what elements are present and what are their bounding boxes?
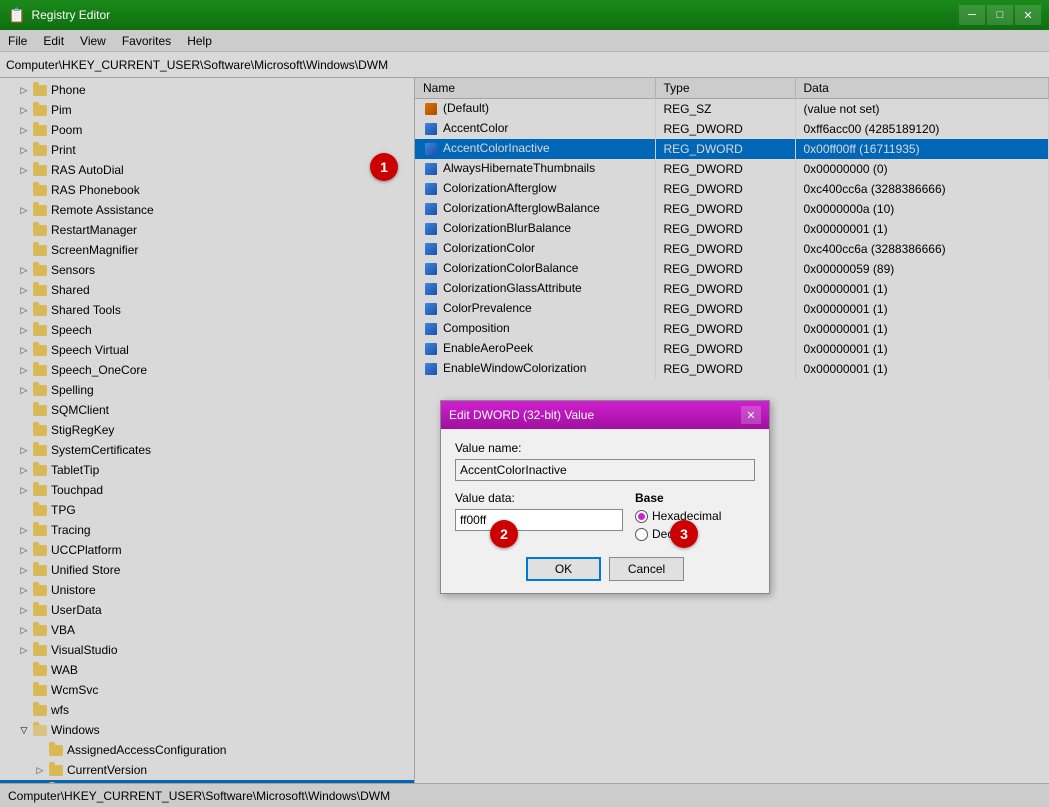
edit-dword-dialog: Edit DWORD (32-bit) Value ✕ Value name: … xyxy=(440,400,770,594)
close-button[interactable]: ✕ xyxy=(1015,5,1041,25)
value-name-label: Value name: xyxy=(455,441,755,455)
base-label: Base xyxy=(635,491,755,505)
app-icon: 📋 xyxy=(8,7,25,24)
minimize-button[interactable]: ─ xyxy=(959,5,985,25)
title-bar: 📋 Registry Editor ─ □ ✕ xyxy=(0,0,1049,30)
dialog-overlay: Edit DWORD (32-bit) Value ✕ Value name: … xyxy=(0,30,1049,807)
value-data-section: Value data: xyxy=(455,491,623,545)
ok-button[interactable]: OK xyxy=(526,557,601,581)
window-controls: ─ □ ✕ xyxy=(959,5,1041,25)
decimal-radio[interactable] xyxy=(635,528,648,541)
value-name-input[interactable] xyxy=(455,459,755,481)
annotation-2: 2 xyxy=(490,520,518,548)
annotation-1: 1 xyxy=(370,153,398,181)
dialog-title: Edit DWORD (32-bit) Value xyxy=(449,408,594,422)
annotation-3: 3 xyxy=(670,520,698,548)
hexadecimal-radio-row[interactable]: Hexadecimal xyxy=(635,509,755,523)
cancel-button[interactable]: Cancel xyxy=(609,557,684,581)
dialog-buttons: OK Cancel xyxy=(455,557,755,581)
hexadecimal-radio[interactable] xyxy=(635,510,648,523)
value-data-label: Value data: xyxy=(455,491,623,505)
dialog-body: Value name: Value data: Base Hexadecimal… xyxy=(441,429,769,593)
value-data-input[interactable] xyxy=(455,509,623,531)
maximize-button[interactable]: □ xyxy=(987,5,1013,25)
dialog-close-button[interactable]: ✕ xyxy=(741,406,761,424)
dialog-titlebar: Edit DWORD (32-bit) Value ✕ xyxy=(441,401,769,429)
app-title: Registry Editor xyxy=(31,8,110,22)
